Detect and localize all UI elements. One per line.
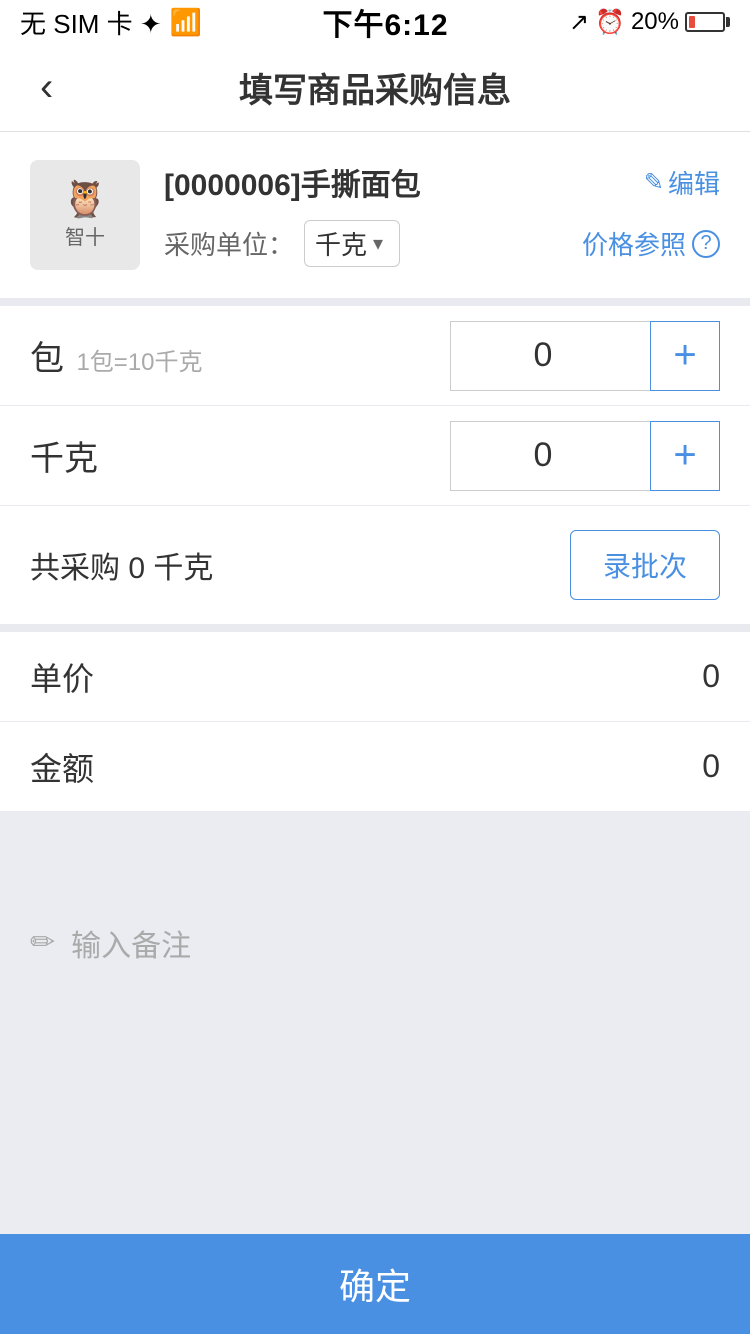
battery-percent: 20%: [631, 8, 679, 36]
sim-status: 无 SIM 卡 ✦: [20, 4, 162, 41]
edit-button[interactable]: ✎ 编辑: [644, 164, 720, 201]
product-name-row: [0000006]手撕面包 ✎ 编辑: [164, 160, 720, 204]
batch-button[interactable]: 录批次: [570, 530, 720, 600]
price-section: 单价 0 金额 0: [0, 632, 750, 812]
unit-dropdown-icon: ▾: [373, 231, 383, 256]
unit-label: 采购单位： 千克 ▾: [164, 220, 400, 267]
quantity-plus-bao[interactable]: +: [650, 321, 720, 391]
summary-row: 共采购 0 千克 录批次: [0, 506, 750, 632]
product-thumb-text: 智十: [65, 221, 105, 250]
wifi-icon: 📶: [170, 7, 202, 38]
quantity-unit-bao-sub: 1包=10千克: [76, 349, 202, 376]
quantity-unit-bao: 包: [30, 340, 64, 378]
summary-unit: 千克: [153, 552, 213, 585]
page-title: 填写商品采购信息: [239, 63, 511, 112]
unit-price-value: 0: [702, 658, 720, 695]
pencil-icon: ✏: [30, 925, 55, 960]
quantity-unit-kg: 千克: [30, 440, 98, 478]
price-reference-button[interactable]: 价格参照 ?: [582, 225, 720, 262]
battery-icon: [685, 12, 730, 32]
price-ref-label: 价格参照: [582, 225, 686, 262]
amount-label: 金额: [30, 744, 94, 790]
quantity-section: 包 1包=10千克 + 千克 +: [0, 306, 750, 506]
status-bar: 无 SIM 卡 ✦ 📶 下午6:12 ↗ ⏰ 20%: [0, 0, 750, 44]
product-card: 🦉 智十 [0000006]手撕面包 ✎ 编辑 采购单位： 千克 ▾ 价格参照 …: [0, 132, 750, 306]
product-name: [0000006]手撕面包: [164, 160, 421, 204]
quantity-plus-kg[interactable]: +: [650, 421, 720, 491]
product-logo-icon: 🦉: [63, 181, 108, 217]
edit-label: 编辑: [668, 164, 720, 201]
quantity-input-group-kg: +: [450, 421, 720, 491]
alarm-icon: ⏰: [595, 8, 625, 37]
remark-placeholder: 输入备注: [71, 921, 191, 965]
product-unit-row: 采购单位： 千克 ▾ 价格参照 ?: [164, 220, 720, 267]
location-icon: ↗: [569, 8, 589, 37]
status-time: 下午6:12: [322, 0, 448, 44]
amount-value: 0: [702, 748, 720, 785]
nav-bar: ‹ 填写商品采购信息: [0, 44, 750, 132]
status-left: 无 SIM 卡 ✦ 📶: [20, 4, 202, 41]
unit-label-text: 采购单位：: [164, 225, 294, 262]
back-button[interactable]: ‹: [30, 55, 63, 120]
unit-price-label: 单价: [30, 654, 94, 700]
product-thumbnail: 🦉 智十: [30, 160, 140, 270]
quantity-label-bao: 包 1包=10千克: [30, 331, 450, 380]
spacer: [0, 1073, 750, 1234]
status-right: ↗ ⏰ 20%: [569, 8, 730, 37]
summary-amount: 0: [128, 552, 153, 585]
summary-text: 共采购 0 千克: [30, 543, 213, 587]
quantity-input-kg[interactable]: [450, 421, 650, 491]
price-row-amount: 金额 0: [0, 722, 750, 812]
price-ref-icon: ?: [692, 230, 720, 258]
quantity-row-kg: 千克 +: [0, 406, 750, 506]
product-info: [0000006]手撕面包 ✎ 编辑 采购单位： 千克 ▾ 价格参照 ?: [164, 160, 720, 267]
summary-label: 共采购: [30, 552, 120, 585]
quantity-row-bao: 包 1包=10千克 +: [0, 306, 750, 406]
unit-selector[interactable]: 千克 ▾: [304, 220, 400, 267]
unit-value: 千克: [315, 225, 367, 262]
remark-section[interactable]: ✏ 输入备注: [0, 812, 750, 1073]
quantity-input-group-bao: +: [450, 321, 720, 391]
quantity-input-bao[interactable]: [450, 321, 650, 391]
edit-icon: ✎: [644, 168, 664, 197]
price-row-unit: 单价 0: [0, 632, 750, 722]
quantity-label-kg: 千克: [30, 431, 450, 480]
confirm-button[interactable]: 确定: [0, 1234, 750, 1334]
